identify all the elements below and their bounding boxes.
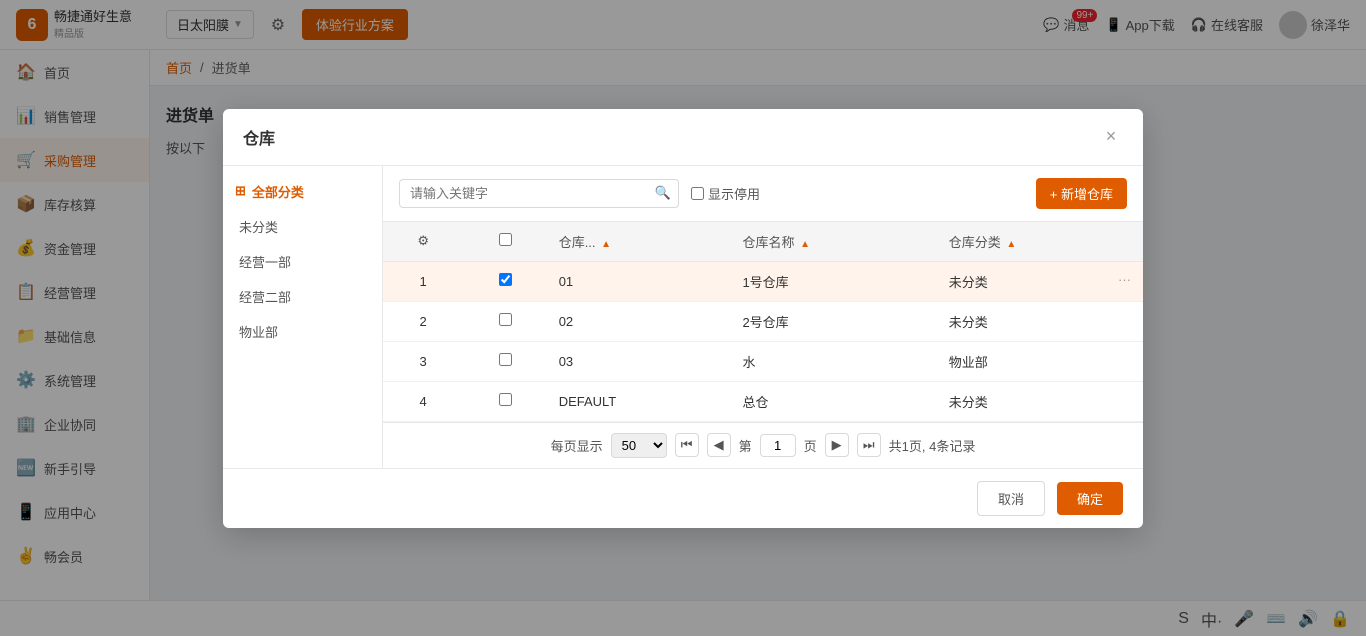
- search-icon[interactable]: 🔍: [655, 185, 671, 201]
- first-page-btn[interactable]: ⏮: [675, 433, 699, 457]
- sort-icon-name: ▲: [800, 239, 810, 250]
- row-actions-icon[interactable]: ···: [1118, 272, 1131, 287]
- category-panel: ⊞ 全部分类 未分类 经营一部 经营二部 物业部 «: [223, 166, 383, 468]
- add-warehouse-button[interactable]: + 新增仓库: [1036, 178, 1127, 209]
- last-page-btn[interactable]: ⏭: [857, 433, 881, 457]
- row-num: 3: [383, 341, 463, 381]
- category-all-label: 全部分类: [252, 182, 304, 201]
- row-checkbox-cell: [463, 341, 546, 381]
- total-info: 共1页, 4条记录: [889, 436, 976, 455]
- row-checkbox[interactable]: [499, 393, 512, 406]
- row-checkbox[interactable]: [499, 353, 512, 366]
- cancel-button[interactable]: 取消: [977, 481, 1045, 516]
- col-category[interactable]: 仓库分类 ▲: [937, 222, 1143, 262]
- row-name: 1号仓库: [730, 261, 936, 301]
- modal-overlay: 仓库 × ⊞ 全部分类 未分类 经营一部 经营二部 物业部 «: [0, 0, 1366, 636]
- row-code: DEFAULT: [547, 381, 731, 421]
- next-page-btn[interactable]: ▶: [825, 433, 849, 457]
- row-category: 未分类 ···: [937, 261, 1143, 301]
- table-row[interactable]: 1 01 1号仓库 未分类 ···: [383, 261, 1143, 301]
- category-item-unclassified[interactable]: 未分类: [223, 209, 382, 244]
- prev-page-btn[interactable]: ◀: [707, 433, 731, 457]
- table-row[interactable]: 3 03 水 物业部: [383, 341, 1143, 381]
- warehouse-modal: 仓库 × ⊞ 全部分类 未分类 经营一部 经营二部 物业部 «: [223, 109, 1143, 528]
- row-num: 4: [383, 381, 463, 421]
- modal-title: 仓库: [243, 125, 275, 149]
- modal-footer: 取消 确定: [223, 468, 1143, 528]
- col-code[interactable]: 仓库... ▲: [547, 222, 731, 262]
- row-checkbox-cell: [463, 261, 546, 301]
- sort-icon-category: ▲: [1006, 239, 1016, 250]
- modal-header: 仓库 ×: [223, 109, 1143, 166]
- modal-body: ⊞ 全部分类 未分类 经营一部 经营二部 物业部 « 🔍: [223, 166, 1143, 468]
- col-category-label: 仓库分类: [949, 235, 1001, 250]
- col-checkbox: [463, 222, 546, 262]
- modal-close-button[interactable]: ×: [1099, 125, 1123, 149]
- page-size-dropdown[interactable]: 50 100 200: [611, 433, 667, 458]
- row-num: 2: [383, 301, 463, 341]
- table-header: ⚙ 仓库... ▲ 仓库名称: [383, 222, 1143, 262]
- sort-icon-code: ▲: [601, 239, 611, 250]
- search-input-wrap: 🔍: [399, 179, 679, 208]
- row-name: 总仓: [730, 381, 936, 421]
- page-number-input[interactable]: [760, 434, 796, 457]
- page-suffix: 页: [804, 436, 817, 455]
- row-num: 1: [383, 261, 463, 301]
- row-checkbox-cell: [463, 301, 546, 341]
- table-row[interactable]: 2 02 2号仓库 未分类: [383, 301, 1143, 341]
- page-prefix: 第: [739, 436, 752, 455]
- modal-search-bar: 🔍 显示停用 + 新增仓库: [383, 166, 1143, 222]
- pagination: 每页显示 50 100 200 ⏮ ◀ 第 页 ▶ ⏭ 共: [383, 422, 1143, 468]
- search-input[interactable]: [399, 179, 679, 208]
- per-page-label: 每页显示: [551, 436, 603, 455]
- col-settings: ⚙: [383, 222, 463, 262]
- col-name[interactable]: 仓库名称 ▲: [730, 222, 936, 262]
- select-all-checkbox[interactable]: [499, 233, 512, 246]
- grid-icon: ⊞: [235, 183, 246, 199]
- row-name: 水: [730, 341, 936, 381]
- row-code: 03: [547, 341, 731, 381]
- row-category: 未分类: [937, 301, 1143, 341]
- confirm-button[interactable]: 确定: [1057, 482, 1123, 515]
- show-disabled-label: 显示停用: [708, 184, 760, 203]
- row-checkbox-cell: [463, 381, 546, 421]
- col-settings-icon: ⚙: [417, 233, 429, 248]
- warehouse-table-wrap: ⚙ 仓库... ▲ 仓库名称: [383, 222, 1143, 422]
- category-item-ops2[interactable]: 经营二部: [223, 279, 382, 314]
- category-all-item[interactable]: ⊞ 全部分类: [223, 174, 382, 209]
- col-name-label: 仓库名称: [742, 235, 794, 250]
- row-category: 物业部: [937, 341, 1143, 381]
- category-item-property[interactable]: 物业部: [223, 314, 382, 349]
- table-row[interactable]: 4 DEFAULT 总仓 未分类: [383, 381, 1143, 421]
- row-name: 2号仓库: [730, 301, 936, 341]
- row-checkbox[interactable]: [499, 273, 512, 286]
- warehouse-table: ⚙ 仓库... ▲ 仓库名称: [383, 222, 1143, 422]
- row-checkbox[interactable]: [499, 313, 512, 326]
- modal-main-panel: 🔍 显示停用 + 新增仓库 ⚙: [383, 166, 1143, 468]
- category-collapse-btn[interactable]: «: [382, 297, 383, 337]
- col-code-label: 仓库...: [559, 235, 596, 250]
- row-code: 01: [547, 261, 731, 301]
- show-disabled-checkbox-label[interactable]: 显示停用: [691, 184, 760, 203]
- category-item-ops1[interactable]: 经营一部: [223, 244, 382, 279]
- row-code: 02: [547, 301, 731, 341]
- show-disabled-checkbox[interactable]: [691, 187, 704, 200]
- table-body: 1 01 1号仓库 未分类 ···: [383, 261, 1143, 421]
- page-size-select[interactable]: 50 100 200: [611, 433, 667, 458]
- row-category: 未分类: [937, 381, 1143, 421]
